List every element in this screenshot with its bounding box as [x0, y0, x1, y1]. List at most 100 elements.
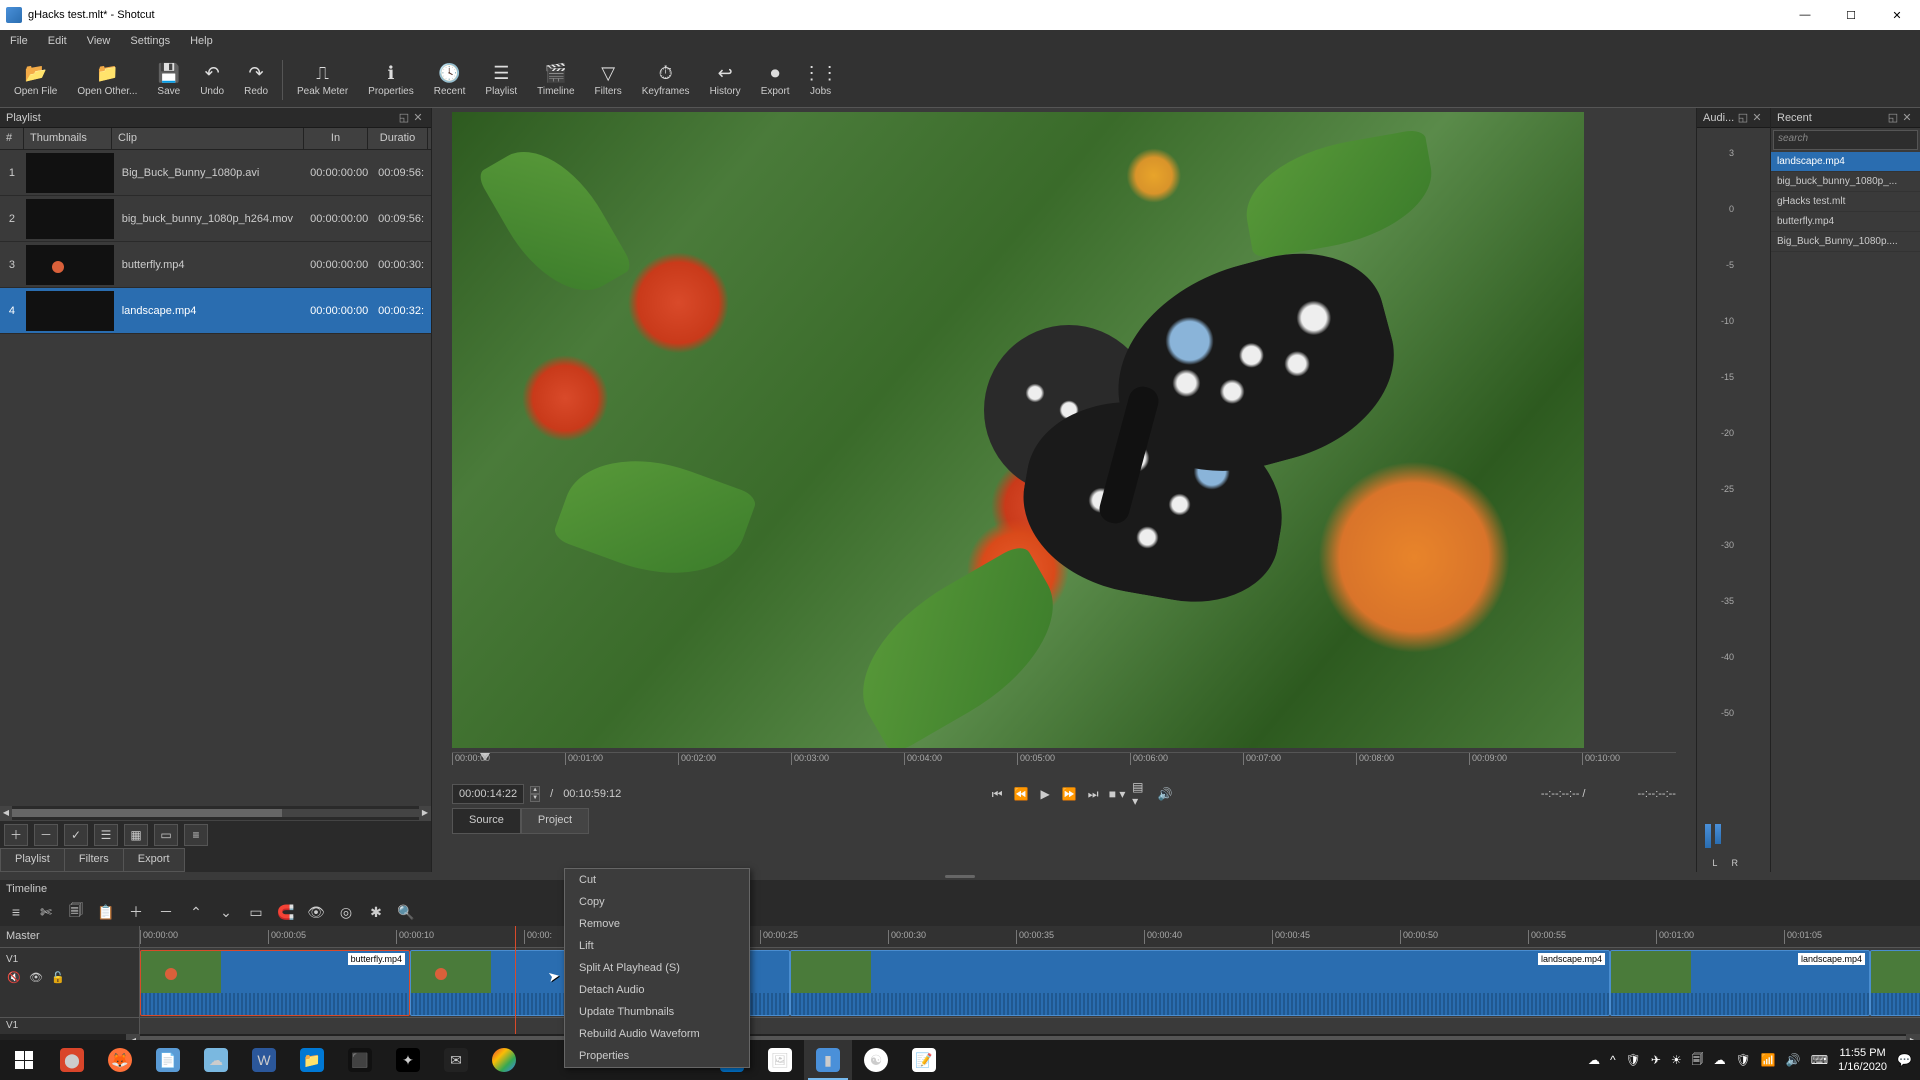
tab-export[interactable]: Export [123, 848, 185, 872]
export-button[interactable]: ⏺Export [751, 54, 800, 106]
taskbar-app[interactable]: ⬛ [336, 1040, 384, 1080]
preview-ruler[interactable]: 00:00:0000:01:0000:02:0000:03:0000:04:00… [452, 752, 1676, 776]
history-button[interactable]: ↩History [700, 54, 751, 106]
tl-zoom-out-button[interactable]: 🔍 [396, 902, 416, 922]
playlist-row[interactable]: 1Big_Buck_Bunny_1080p.avi00:00:00:0000:0… [0, 150, 431, 196]
save-button[interactable]: 💾Save [147, 54, 190, 106]
tray-icon[interactable]: ☀ [1671, 1053, 1682, 1067]
timeline-clip[interactable]: big_buck_bunny [1870, 950, 1920, 1016]
timecode-spinner[interactable]: ▲▼ [530, 786, 540, 802]
fastfwd-button[interactable]: ⏩ [1060, 785, 1078, 803]
tl-overwrite-button[interactable]: ⌄ [216, 902, 236, 922]
timeline-clip[interactable]: landscape.mp4 [790, 950, 1610, 1016]
playlist-view-grid-button[interactable]: ▦ [124, 824, 148, 846]
tray-icon[interactable]: ☁ [1714, 1053, 1726, 1067]
context-menu-item[interactable]: Copy [565, 891, 749, 913]
tab-filters[interactable]: Filters [64, 848, 124, 872]
system-tray[interactable]: ☁ ^ 🛡 ✈ ☀ 🗐 ☁ 🛡 📶 🔊 ⌨ 11:55 PM 1/16/2020… [1588, 1046, 1920, 1075]
tray-notifications-icon[interactable]: 💬 [1897, 1053, 1912, 1067]
play-button[interactable]: ▶ [1036, 785, 1054, 803]
peak-meter-button[interactable]: ⎍Peak Meter [287, 54, 358, 106]
undo-button[interactable]: ↶Undo [190, 54, 234, 106]
taskbar-app[interactable]: W [240, 1040, 288, 1080]
recent-item[interactable]: big_buck_bunny_1080p_... [1771, 172, 1920, 192]
timeline-track-v1[interactable]: butterfly.mp4landscape.mp4landscape.mp4b… [140, 948, 1920, 1018]
playlist-add-button[interactable]: ＋ [4, 824, 28, 846]
playlist-row[interactable]: 2big_buck_bunny_1080p_h264.mov00:00:00:0… [0, 196, 431, 242]
tl-scrub-button[interactable]: 👁 [306, 902, 326, 922]
tab-playlist[interactable]: Playlist [0, 848, 65, 872]
tl-copy-button[interactable]: 🗐 [66, 902, 86, 922]
taskbar-app[interactable]: ☯ [852, 1040, 900, 1080]
tl-menu-button[interactable]: ≡ [6, 902, 26, 922]
timeline-ruler[interactable]: 00:00:0000:00:0500:00:1000:00:00:00:2500… [140, 926, 1920, 948]
close-button[interactable]: ✕ [1874, 0, 1920, 30]
menu-edit[interactable]: Edit [38, 32, 77, 50]
taskbar-app[interactable]: ✦ [384, 1040, 432, 1080]
menu-file[interactable]: File [0, 32, 38, 50]
taskbar-app[interactable] [480, 1040, 528, 1080]
tl-ripple-all-button[interactable]: ✱ [366, 902, 386, 922]
taskbar-app[interactable]: ✉ [432, 1040, 480, 1080]
playlist-view-list-button[interactable]: ☰ [94, 824, 118, 846]
recent-item[interactable]: Big_Buck_Bunny_1080p.... [1771, 232, 1920, 252]
context-menu-item[interactable]: Update Thumbnails [565, 1001, 749, 1023]
filters-button[interactable]: ▽Filters [585, 54, 632, 106]
playlist-remove-button[interactable]: － [34, 824, 58, 846]
tray-lang-icon[interactable]: ⌨ [1811, 1053, 1828, 1067]
playlist-hscroll[interactable]: ◀ ▶ [0, 806, 431, 820]
tray-icon[interactable]: ✈ [1651, 1053, 1661, 1067]
minimize-button[interactable]: — [1782, 0, 1828, 30]
playlist-menu-button[interactable]: ≡ [184, 824, 208, 846]
track-header-v1[interactable]: V1 🔇 👁 🔓 [0, 948, 139, 1018]
skip-prev-button[interactable]: ⏮ [988, 785, 1006, 803]
zoom-menu-button[interactable]: ▤ ▾ [1132, 785, 1150, 803]
horizontal-splitter[interactable] [0, 872, 1920, 880]
tray-wifi-icon[interactable]: 📶 [1761, 1053, 1776, 1067]
open-file-button[interactable]: 📂Open File [4, 54, 67, 106]
audiometer-close[interactable]: ✕ [1750, 111, 1764, 124]
timeline-clip[interactable]: butterfly.mp4 [140, 950, 410, 1016]
recent-close[interactable]: ✕ [1900, 111, 1914, 124]
timeline-tracks[interactable]: 00:00:0000:00:0500:00:1000:00:00:00:2500… [140, 926, 1920, 1034]
playlist-close-button[interactable]: ✕ [411, 111, 425, 124]
tray-icon[interactable]: ^ [1610, 1053, 1616, 1067]
context-menu-item[interactable]: Remove [565, 913, 749, 935]
playlist-view-tiles-button[interactable]: ▭ [154, 824, 178, 846]
playlist-row[interactable]: 4landscape.mp400:00:00:0000:00:32: [0, 288, 431, 334]
tab-source[interactable]: Source [452, 808, 521, 834]
track-hide-icon[interactable]: 👁 [28, 971, 44, 984]
taskbar-app[interactable]: 📄 [144, 1040, 192, 1080]
tray-volume-icon[interactable]: 🔊 [1786, 1053, 1801, 1067]
taskbar-clock[interactable]: 11:55 PM 1/16/2020 [1838, 1046, 1887, 1075]
properties-button[interactable]: ℹProperties [358, 54, 424, 106]
recent-item[interactable]: butterfly.mp4 [1771, 212, 1920, 232]
taskbar-app[interactable]: 📁 [288, 1040, 336, 1080]
start-button[interactable] [0, 1040, 48, 1080]
taskbar-app[interactable]: 🖼 [756, 1040, 804, 1080]
scroll-right-icon[interactable]: ▶ [419, 806, 431, 820]
current-timecode[interactable]: 00:00:14:22 [452, 784, 524, 804]
recent-item[interactable]: gHacks test.mlt [1771, 192, 1920, 212]
tray-icon[interactable]: 🗐 [1692, 1050, 1704, 1071]
menu-settings[interactable]: Settings [120, 32, 180, 50]
tray-icon[interactable]: 🛡 [1736, 1053, 1751, 1067]
context-menu-item[interactable]: Cut [565, 869, 749, 891]
tray-icon[interactable]: 🛡 [1626, 1053, 1641, 1067]
menu-view[interactable]: View [77, 32, 121, 50]
scroll-left-icon[interactable]: ◀ [0, 806, 12, 820]
keyframes-button[interactable]: ⏱Keyframes [632, 54, 700, 106]
jobs-button[interactable]: ⋮⋮Jobs [800, 54, 842, 106]
tl-cut-button[interactable]: ✄ [36, 902, 56, 922]
context-menu-item[interactable]: Split At Playhead (S) [565, 957, 749, 979]
timeline-playhead[interactable] [515, 926, 516, 1034]
context-menu-item[interactable]: Rebuild Audio Waveform [565, 1023, 749, 1045]
preview-video[interactable] [452, 112, 1584, 748]
redo-button[interactable]: ↷Redo [234, 54, 278, 106]
tl-ripple-button[interactable]: ◎ [336, 902, 356, 922]
recent-item[interactable]: landscape.mp4 [1771, 152, 1920, 172]
menu-help[interactable]: Help [180, 32, 223, 50]
master-track-header[interactable]: Master [0, 926, 139, 948]
taskbar-app[interactable]: 🦊 [96, 1040, 144, 1080]
context-menu-item[interactable]: Properties [565, 1045, 749, 1067]
